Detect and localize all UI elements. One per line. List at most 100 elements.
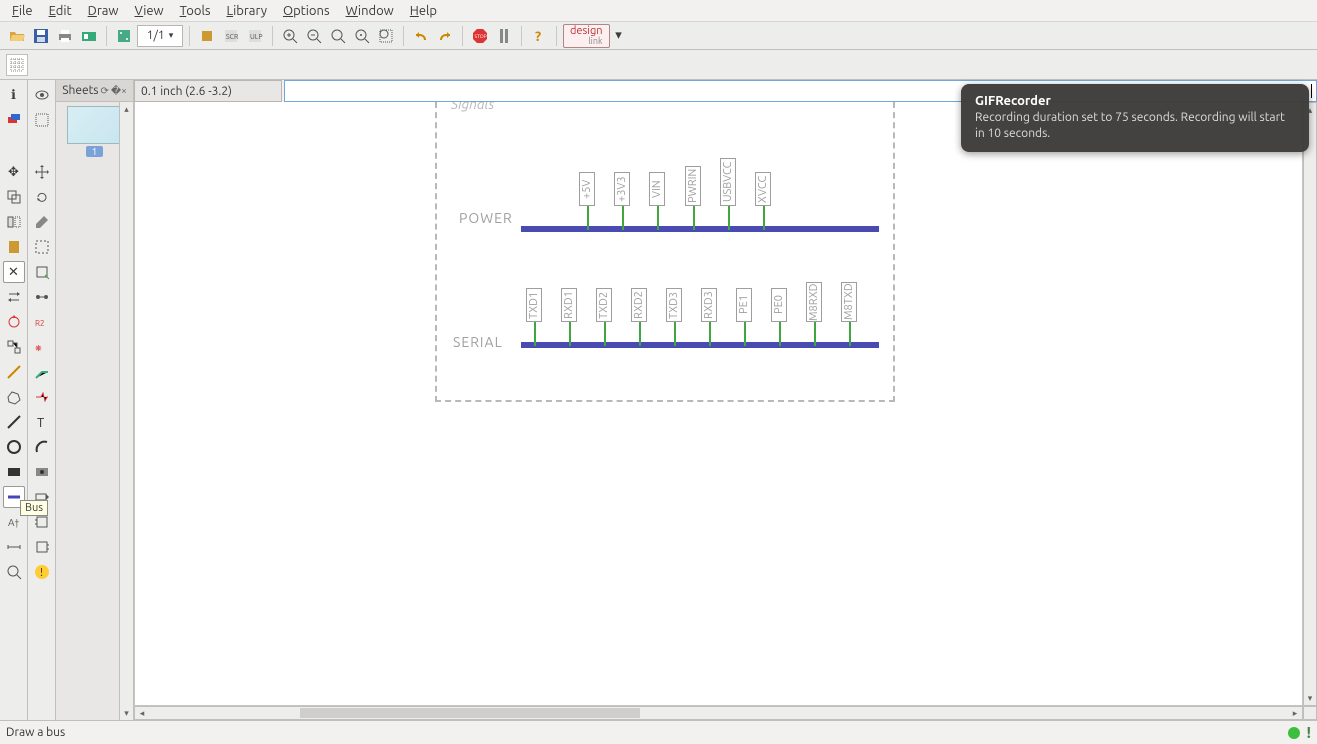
sheet-selector[interactable]: 1/1▾ <box>137 25 183 47</box>
net-label[interactable]: +5V <box>579 172 595 206</box>
ulp-icon[interactable]: ULP <box>244 25 266 47</box>
group-move-tool-icon[interactable] <box>31 161 53 183</box>
net-label[interactable]: M8RXD <box>806 282 822 322</box>
zoom-select-icon[interactable] <box>375 25 397 47</box>
menu-view[interactable]: View <box>127 2 172 20</box>
cut-tool-icon[interactable] <box>31 236 53 258</box>
menu-file[interactable]: File <box>4 2 41 20</box>
scroll-up-icon[interactable]: ▴ <box>120 102 133 116</box>
port-tool-icon[interactable] <box>31 536 53 558</box>
net-label[interactable]: RXD1 <box>561 288 577 322</box>
sheet-number-badge[interactable]: 1 <box>86 146 104 157</box>
zoom-redraw-icon[interactable] <box>351 25 373 47</box>
net-wire[interactable] <box>639 322 641 346</box>
net-label[interactable]: XVCC <box>755 172 771 206</box>
mirror-tool-icon[interactable] <box>3 211 25 233</box>
delete-tool-icon[interactable]: ✕ <box>3 261 25 283</box>
menu-library[interactable]: Library <box>219 2 275 20</box>
go-icon[interactable] <box>493 25 515 47</box>
net-label[interactable]: TXD1 <box>526 288 542 322</box>
net-wire[interactable] <box>779 322 781 346</box>
zoom-fit-icon[interactable] <box>327 25 349 47</box>
sheets-close-icon[interactable]: �× <box>111 85 127 97</box>
net-wire[interactable] <box>604 322 606 346</box>
wire-tool-icon[interactable] <box>3 361 25 383</box>
erc-tool-icon[interactable] <box>3 561 25 583</box>
net-label[interactable]: PWRIN <box>685 166 701 206</box>
net-wire[interactable] <box>569 322 571 346</box>
save-icon[interactable] <box>30 25 52 47</box>
board-icon[interactable] <box>113 25 135 47</box>
errors-tool-icon[interactable]: ! <box>31 561 53 583</box>
menu-edit[interactable]: Edit <box>41 2 80 20</box>
net-label[interactable]: PE1 <box>736 288 752 322</box>
info-tool-icon[interactable]: ℹ <box>3 84 25 106</box>
schematic-canvas[interactable]: Signals POWER SERIAL +5V+3V3VINPWRINUSBV… <box>134 102 1303 706</box>
change-tool-icon[interactable] <box>31 211 53 233</box>
grid-button[interactable] <box>6 54 28 76</box>
use-icon[interactable] <box>196 25 218 47</box>
designlink-button[interactable]: designlink <box>563 24 610 48</box>
net-label[interactable]: +3V3 <box>614 172 630 206</box>
polygon-tool-icon[interactable] <box>3 386 25 408</box>
net-wire[interactable] <box>657 206 659 230</box>
menu-options[interactable]: Options <box>275 2 338 20</box>
line-tool-icon[interactable] <box>3 411 25 433</box>
net-wire[interactable] <box>763 206 765 230</box>
script-icon[interactable]: SCR <box>220 25 242 47</box>
open-icon[interactable] <box>6 25 28 47</box>
net-wire[interactable] <box>814 322 816 346</box>
circle-tool-icon[interactable] <box>3 436 25 458</box>
sheets-scrollbar[interactable]: ▴ ▾ <box>119 102 133 720</box>
add-tool-icon[interactable] <box>31 261 53 283</box>
sheets-reload-icon[interactable]: ⟳ <box>101 85 109 97</box>
net-label[interactable]: VIN <box>649 172 665 206</box>
undo-icon[interactable] <box>410 25 432 47</box>
sheet-thumbnail[interactable] <box>67 106 123 144</box>
show-tool-icon[interactable] <box>31 84 53 106</box>
scroll-left-icon[interactable]: ◂ <box>135 707 149 719</box>
net-wire[interactable] <box>744 322 746 346</box>
invoke-tool-icon[interactable]: ❋ <box>31 336 53 358</box>
net-wire[interactable] <box>709 322 711 346</box>
split-tool-icon[interactable] <box>31 386 53 408</box>
net-wire[interactable] <box>622 206 624 230</box>
net-wire[interactable] <box>728 206 730 230</box>
scroll-down-icon[interactable]: ▾ <box>1304 691 1316 705</box>
bus-power[interactable] <box>521 226 879 232</box>
print-icon[interactable] <box>54 25 76 47</box>
move-tool-icon[interactable]: ✥ <box>3 161 25 183</box>
rotate-tool-icon[interactable] <box>31 186 53 208</box>
scroll-down-icon[interactable]: ▾ <box>120 706 133 720</box>
redo-icon[interactable] <box>434 25 456 47</box>
pinswap-tool-icon[interactable] <box>3 286 25 308</box>
paste-tool-icon[interactable] <box>3 236 25 258</box>
stop-icon[interactable]: STOP <box>469 25 491 47</box>
zoom-in-icon[interactable] <box>279 25 301 47</box>
name-tool-icon[interactable] <box>31 286 53 308</box>
dimension-tool-icon[interactable] <box>3 536 25 558</box>
menu-tools[interactable]: Tools <box>172 2 219 20</box>
net-label[interactable]: TXD3 <box>666 288 682 322</box>
warning-status-icon[interactable]: ! <box>1306 724 1311 742</box>
net-label[interactable]: RXD3 <box>701 288 717 322</box>
menu-draw[interactable]: Draw <box>80 2 127 20</box>
net-wire[interactable] <box>849 322 851 346</box>
net-wire[interactable] <box>674 322 676 346</box>
net-wire[interactable] <box>587 206 589 230</box>
connection-status-icon[interactable] <box>1288 727 1300 739</box>
copy-tool-icon[interactable] <box>3 186 25 208</box>
layer-tool-icon[interactable] <box>3 109 25 131</box>
net-label[interactable]: M8TXD <box>841 282 857 322</box>
net-label[interactable]: TXD2 <box>596 288 612 322</box>
rect-tool-icon[interactable] <box>3 461 25 483</box>
notification-toast[interactable]: GIFRecorder Recording duration set to 75… <box>961 84 1309 152</box>
gateswap-tool-icon[interactable] <box>3 336 25 358</box>
value-tool-icon[interactable]: R2 <box>31 311 53 333</box>
zoom-out-icon[interactable] <box>303 25 325 47</box>
junction-tool-icon[interactable] <box>31 461 53 483</box>
help-icon[interactable]: ? <box>528 25 550 47</box>
horizontal-scrollbar[interactable]: ◂ ▸ <box>134 706 1303 720</box>
net-label[interactable]: RXD2 <box>631 288 647 322</box>
scrollbar-thumb[interactable] <box>300 708 640 718</box>
